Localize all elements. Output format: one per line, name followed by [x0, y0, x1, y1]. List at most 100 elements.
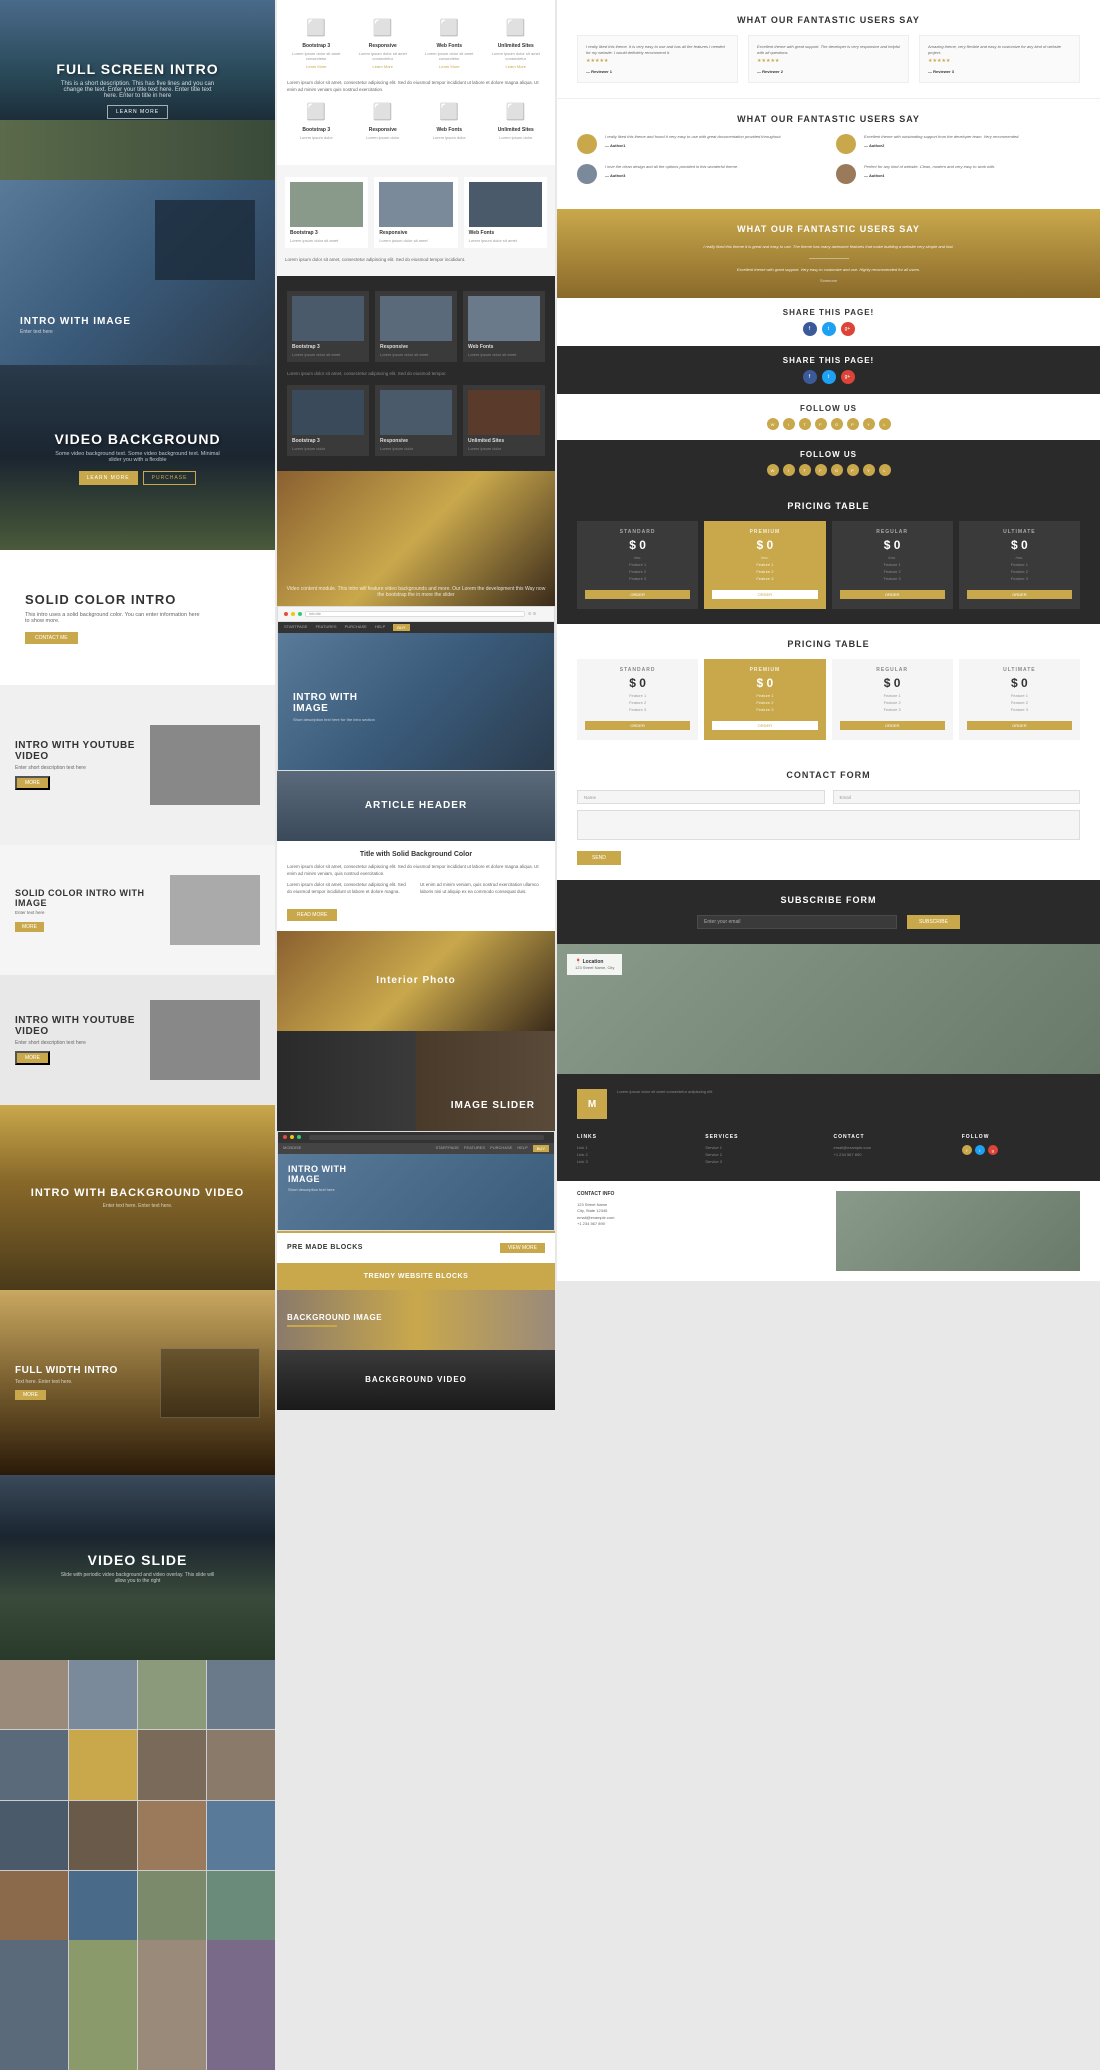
nav-btn[interactable]: BUY — [393, 624, 409, 631]
pt-btn-1[interactable]: ORDER — [585, 590, 690, 599]
footer-about: Lorem ipsum dolor sit amet consectetur a… — [617, 1089, 713, 1094]
us2-avatar-2 — [836, 134, 856, 154]
ptl-btn-3[interactable]: ORDER — [840, 721, 945, 730]
fu-icons-1: W I T F G P Y L — [577, 418, 1080, 430]
feature-link-3[interactable]: Learn More — [439, 64, 459, 69]
fud-icon-4[interactable]: F — [815, 464, 827, 476]
cf-email[interactable]: Email — [833, 790, 1081, 804]
fu-icon-6[interactable]: P — [847, 418, 859, 430]
ah-col-2-text: Ut enim ad minim veniam, quis nostrud ex… — [420, 882, 545, 896]
footer-link-2[interactable]: Link 2 — [577, 1152, 695, 1157]
sp-icon-tw[interactable]: t — [822, 322, 836, 336]
ptl-plan-3: REGULAR — [840, 667, 945, 673]
right-column: WHAT OUR FANTASTIC USERS SAY I really li… — [557, 0, 1100, 1281]
footer-link-5[interactable]: Service 2 — [705, 1152, 823, 1157]
fud-icon-1[interactable]: W — [767, 464, 779, 476]
ptl-btn-1[interactable]: ORDER — [585, 721, 690, 730]
vb-btn2[interactable]: PURCHASE — [143, 471, 197, 485]
pt-btn-2[interactable]: ORDER — [712, 590, 817, 599]
footer-social-tw[interactable]: t — [975, 1145, 985, 1155]
fu-icon-2[interactable]: I — [783, 418, 795, 430]
fu-icon-3[interactable]: T — [799, 418, 811, 430]
sp-icon-fb[interactable]: f — [803, 322, 817, 336]
fu-icon-4[interactable]: F — [815, 418, 827, 430]
bm2-nav-5: HELP — [517, 1145, 527, 1152]
fud-icon-2[interactable]: I — [783, 464, 795, 476]
fu-icon-5[interactable]: G — [831, 418, 843, 430]
sf-submit-btn[interactable]: SUBSCRIBE — [907, 915, 960, 929]
footer-col-3: CONTACT email@example.com +1 234 567 890 — [834, 1134, 952, 1166]
feature-link-4[interactable]: Learn More — [506, 64, 526, 69]
us2-author-2: — Author2 — [864, 143, 1020, 148]
fc-item-2: Responsive Lorem ipsum dolor sit amet — [374, 177, 457, 248]
footer-link-1[interactable]: Link 1 — [577, 1145, 695, 1150]
ptl-price-4: $ 0 — [967, 676, 1072, 690]
cf-message[interactable] — [577, 810, 1080, 840]
fud-icon-5[interactable]: G — [831, 464, 843, 476]
vb-btn1[interactable]: LEARN MORE — [79, 471, 138, 485]
footer-social-gp[interactable]: g — [988, 1145, 998, 1155]
sii-left: SOLID COLOR INTRO WITH IMAGE Enter text … — [15, 888, 160, 933]
pt-price-4: $ 0 — [967, 538, 1072, 552]
sp-icon-gp[interactable]: g+ — [841, 322, 855, 336]
fc-dark-img-6 — [468, 390, 540, 435]
footer-link-3[interactable]: Link 3 — [577, 1159, 695, 1164]
fud-icon-3[interactable]: T — [799, 464, 811, 476]
fud-icon-8[interactable]: L — [879, 464, 891, 476]
bm2-nav-2: STARTPAGE — [435, 1145, 459, 1152]
iy2-title: INTRO WITH YOUTUBE VIDEO — [15, 1015, 140, 1037]
ptl-btn-4[interactable]: ORDER — [967, 721, 1072, 730]
feature-link-1[interactable]: Learn More — [306, 64, 326, 69]
iy-btn[interactable]: MORE — [15, 776, 50, 790]
pt-btn-3[interactable]: ORDER — [840, 590, 945, 599]
image-slider-section: IMAGE SLIDER — [277, 1031, 555, 1131]
bm2-bar — [278, 1132, 554, 1143]
vb-buttons: LEARN MORE PURCHASE — [79, 471, 197, 485]
fu-icon-7[interactable]: Y — [863, 418, 875, 430]
photo-row — [0, 1940, 275, 2070]
browser-mockup-2: MCBOISE STARTPAGE FEATURES PURCHASE HELP… — [277, 1131, 555, 1231]
ptl-btn-2[interactable]: ORDER — [712, 721, 817, 730]
feature-link-2[interactable]: Learn More — [373, 64, 393, 69]
fu-icon-1[interactable]: W — [767, 418, 779, 430]
ptl-grid: STANDARD $ 0 Feature 1 Feature 2 Feature… — [577, 659, 1080, 740]
fsi-btn[interactable]: LEARN MORE — [107, 105, 168, 119]
footer-link-6[interactable]: Service 3 — [705, 1159, 823, 1164]
us2-author-3: — Author3 — [605, 173, 738, 178]
bm2-nav-btn[interactable]: BUY — [533, 1145, 549, 1152]
sci-btn[interactable]: CONTACT ME — [25, 632, 78, 644]
footer-map-info: 123 Street Name City, State 12345 email@… — [577, 1202, 821, 1228]
fud-icon-7[interactable]: Y — [863, 464, 875, 476]
pt-btn-4[interactable]: ORDER — [967, 590, 1072, 599]
fc-title-2: Responsive — [379, 230, 452, 236]
footer-section: M Lorem ipsum dolor sit amet consectetur… — [557, 1074, 1100, 1181]
cf-submit[interactable]: SEND — [577, 851, 621, 865]
pb-view-more-btn[interactable]: VIEW MORE — [500, 1243, 545, 1253]
footer-map-left: CONTACT INFO 123 Street Name City, State… — [577, 1191, 821, 1271]
fwi-left: FULL WIDTH INTRO Text here. Enter text h… — [15, 1365, 118, 1400]
ah-read-more-btn[interactable]: READ MORE — [287, 909, 337, 921]
footer-social-fb[interactable]: f — [962, 1145, 972, 1155]
pg-item-15 — [138, 1871, 206, 1940]
sii-btn[interactable]: MORE — [15, 922, 44, 932]
cf-name[interactable]: Name — [577, 790, 825, 804]
pt-feature-4-1: Feature 1 — [967, 562, 1072, 567]
bm2-dot-red — [283, 1135, 287, 1139]
bm2-text: INTRO WITHIMAGE Short description text h… — [288, 1164, 347, 1192]
fwi-btn[interactable]: MORE — [15, 1390, 46, 1400]
sf-email-input[interactable]: Enter your email — [697, 915, 897, 929]
feature-dark-desc: Lorem ipsum dolor sit amet, consectetur … — [287, 370, 545, 377]
footer-link-4[interactable]: Service 1 — [705, 1145, 823, 1150]
fud-icon-6[interactable]: P — [847, 464, 859, 476]
fu-icon-8[interactable]: L — [879, 418, 891, 430]
sp-icon-gp-dark[interactable]: g+ — [841, 370, 855, 384]
intro-image-placeholder — [155, 200, 255, 280]
us-stars-3: ★★★★★ — [928, 58, 1071, 64]
features-grid-1: ⬜ Bootstrap 3 Lorem ipsum dolor sit amet… — [287, 15, 545, 69]
sp-icon-tw-dark[interactable]: t — [822, 370, 836, 384]
iy2-btn[interactable]: MORE — [15, 1051, 50, 1065]
us2-item-2: Excellent theme with outstanding support… — [836, 134, 1080, 154]
ap-title: Interior Photo — [376, 975, 456, 986]
us2-item-3: I love the clean design and all the opti… — [577, 164, 821, 184]
sp-icon-fb-dark[interactable]: f — [803, 370, 817, 384]
